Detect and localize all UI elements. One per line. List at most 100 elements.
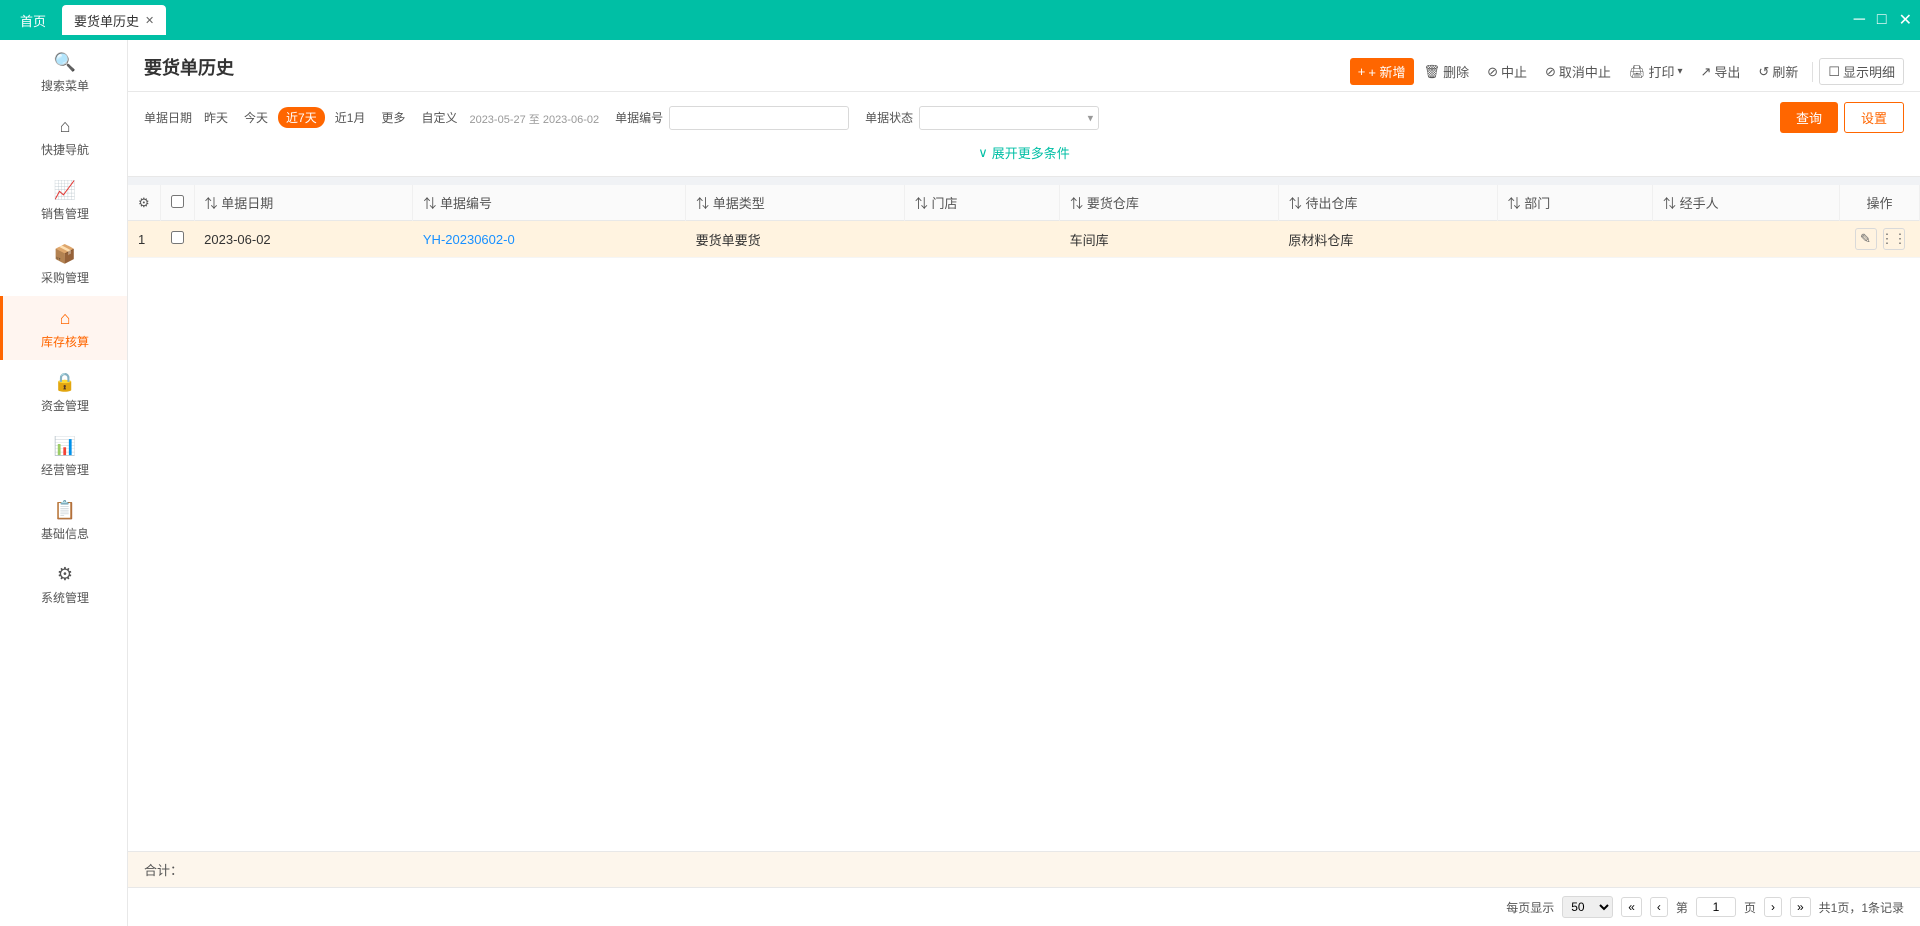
chevron-down-icon: ∨ [978,145,988,161]
col-doc-date-label: 单据日期 [221,196,273,211]
date-more[interactable]: 更多 [375,107,411,128]
tab-requisition-label: 要货单历史 [74,11,139,30]
display-detail-label: 显示明细 [1843,62,1895,81]
sidebar-item-search[interactable]: 🔍 搜索菜单 [0,40,127,104]
window-controls: ─ □ ✕ [1854,10,1912,30]
close-icon[interactable]: ✕ [1899,10,1912,30]
checkbox-icon: ☐ [1828,64,1840,80]
cancel-stop-button[interactable]: ⊘ 取消中止 [1537,58,1619,85]
sort-doc-number-icon[interactable]: ⇅ [423,196,436,211]
col-store: ⇅ 门店 [904,185,1059,221]
gear-settings-icon[interactable]: ⚙ [138,195,150,210]
expand-more-button[interactable]: ∨ 展开更多条件 [978,139,1070,166]
row-action-icons: ✎ ⋮⋮ [1850,228,1910,250]
date-today[interactable]: 今天 [238,107,274,128]
settings-button[interactable]: 设置 [1844,102,1904,133]
more-action-icon[interactable]: ⋮⋮ [1883,228,1905,250]
date-yesterday[interactable]: 昨天 [198,107,234,128]
sort-doc-type-icon[interactable]: ⇅ [696,196,709,211]
row-checkbox[interactable] [171,231,184,244]
export-icon: ↗ [1700,64,1711,80]
inventory-icon: ⌂ [60,308,71,329]
doc-number-link[interactable]: YH-20230602-0 [423,232,515,247]
prev-page-btn[interactable]: ‹ [1650,897,1668,917]
edit-action-icon[interactable]: ✎ [1855,228,1877,250]
total-label: 合计： [144,860,183,879]
refresh-button[interactable]: ↺ 刷新 [1750,58,1806,85]
edit-icon: ✎ [1860,231,1871,247]
col-action-label: 操作 [1866,196,1892,211]
stop-button[interactable]: ⊘ 中止 [1479,58,1535,85]
col-dept: ⇅ 部门 [1497,185,1652,221]
export-button[interactable]: ↗ 导出 [1692,58,1748,85]
more-icon: ⋮⋮ [1881,231,1907,247]
col-doc-number-label: 单据编号 [440,196,492,211]
sidebar-item-system[interactable]: ⚙ 系统管理 [0,552,127,616]
sidebar-item-system-label: 系统管理 [41,589,89,606]
tab-requisition-history[interactable]: 要货单历史 ✕ [62,5,166,35]
page-size-select[interactable]: 50 10 20 100 [1562,896,1613,918]
new-button[interactable]: + + 新增 [1350,58,1414,85]
date-filter-group: 单据日期 昨天 今天 近7天 近1月 更多 自定义 2023-05-27 至 2… [144,107,599,128]
date-custom[interactable]: 自定义 [415,107,463,128]
sort-dept-icon[interactable]: ⇅ [1508,196,1521,211]
sidebar-item-operations[interactable]: 📊 经营管理 [0,424,127,488]
page-number-input[interactable] [1696,897,1736,917]
table-container: ⚙ ⇅ 单据日期 ⇅ 单据编号 [128,185,1920,851]
sort-pending-warehouse-icon[interactable]: ⇅ [1289,196,1302,211]
display-detail-button[interactable]: ☐ 显示明细 [1819,58,1904,85]
sidebar-item-inventory[interactable]: ⌂ 库存核算 [0,296,127,360]
row-checkbox-cell [160,221,194,258]
tab-home[interactable]: 首页 [8,5,58,35]
col-doc-type: ⇅ 单据类型 [686,185,905,221]
sort-store-icon[interactable]: ⇅ [915,196,928,211]
sort-req-warehouse-icon[interactable]: ⇅ [1070,196,1083,211]
next-page-btn[interactable]: › [1764,897,1782,917]
row-doc-type: 要货单要货 [686,221,905,258]
col-pending-warehouse: ⇅ 待出仓库 [1278,185,1497,221]
sidebar-item-search-label: 搜索菜单 [41,77,89,94]
stop-label: 中止 [1501,62,1527,81]
col-doc-number: ⇅ 单据编号 [413,185,686,221]
toolbar: + + 新增 🗑 删除 ⊘ 中止 ⊘ 取消中止 [1350,52,1904,91]
date-recent1month[interactable]: 近1月 [329,107,372,128]
col-settings[interactable]: ⚙ [128,185,160,221]
print-button[interactable]: 🖨 打印 ▾ [1621,58,1691,85]
select-all-checkbox[interactable] [171,195,184,208]
doc-status-select[interactable] [919,106,1099,130]
sidebar-item-finance[interactable]: 🔒 资金管理 [0,360,127,424]
sidebar-item-purchase-label: 采购管理 [41,269,89,286]
filter-bar: 单据日期 昨天 今天 近7天 近1月 更多 自定义 2023-05-27 至 2… [128,92,1920,177]
delete-icon: 🗑 [1424,64,1441,80]
page-title: 要货单历史 [144,54,234,80]
col-handler-label: 经手人 [1680,196,1719,211]
cancel-stop-label: 取消中止 [1559,62,1611,81]
sort-handler-icon[interactable]: ⇅ [1663,196,1676,211]
last-page-btn[interactable]: » [1790,897,1811,917]
col-req-warehouse: ⇅ 要货仓库 [1060,185,1279,221]
row-doc-number[interactable]: YH-20230602-0 [413,221,686,258]
row-index: 1 [128,221,160,258]
doc-number-input[interactable] [669,106,849,130]
finance-icon: 🔒 [54,372,76,393]
row-store [904,221,1059,258]
new-label: + 新增 [1368,62,1405,81]
minimize-icon[interactable]: ─ [1854,11,1865,29]
first-page-btn[interactable]: « [1621,897,1642,917]
sort-doc-date-icon[interactable]: ⇅ [205,196,218,211]
col-checkbox [160,185,194,221]
close-tab-icon[interactable]: ✕ [145,14,154,27]
maximize-icon[interactable]: □ [1877,11,1887,29]
tab-home-label: 首页 [20,11,46,30]
page-label: 第 [1676,899,1688,916]
sidebar-item-sales[interactable]: 📈 销售管理 [0,168,127,232]
sidebar-item-basic-info[interactable]: 📋 基础信息 [0,488,127,552]
print-dropdown-icon: ▾ [1677,66,1682,77]
sidebar-item-purchase[interactable]: 📦 采购管理 [0,232,127,296]
delete-button[interactable]: 🗑 删除 [1416,58,1478,85]
date-recent7[interactable]: 近7天 [278,107,325,128]
delete-label: 删除 [1443,62,1469,81]
sidebar-item-quick-nav[interactable]: ⌂ 快捷导航 [0,104,127,168]
sidebar: 🔍 搜索菜单 ⌂ 快捷导航 📈 销售管理 📦 采购管理 ⌂ 库存核算 🔒 资金管… [0,40,128,926]
query-button[interactable]: 查询 [1780,102,1838,133]
